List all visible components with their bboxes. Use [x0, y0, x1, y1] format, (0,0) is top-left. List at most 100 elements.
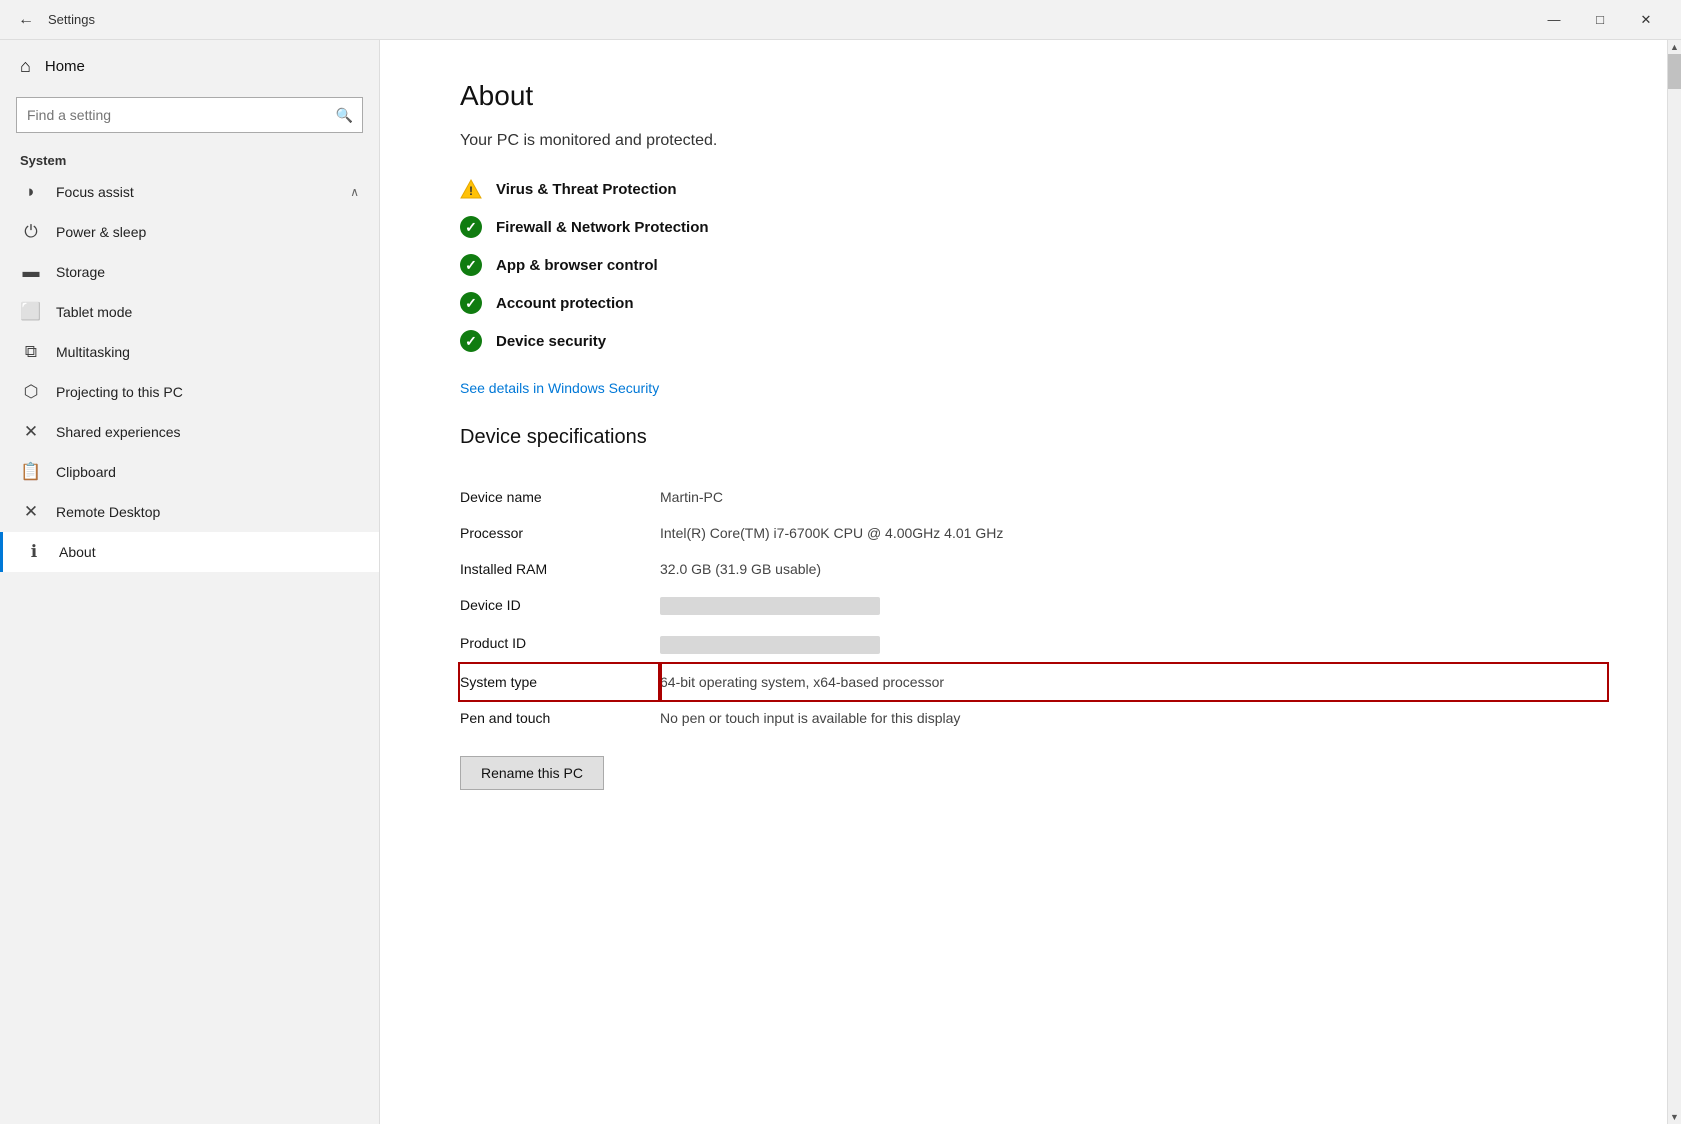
sidebar-item-label: Multitasking — [56, 344, 359, 360]
maximize-icon: □ — [1596, 12, 1604, 27]
security-item-label: Account protection — [496, 295, 634, 312]
close-button[interactable]: ✕ — [1623, 4, 1669, 36]
table-row: Installed RAM 32.0 GB (31.9 GB usable) — [460, 551, 1607, 587]
table-row: Product ID — [460, 625, 1607, 663]
scroll-down-arrow[interactable]: ▼ — [1668, 1110, 1681, 1124]
table-row: Device ID — [460, 587, 1607, 625]
spec-key: Product ID — [460, 625, 660, 663]
spec-key: Installed RAM — [460, 551, 660, 587]
spec-value: 64-bit operating system, x64-based proce… — [660, 664, 1607, 700]
sidebar-item-label: Tablet mode — [56, 304, 359, 320]
warning-icon: ! — [460, 178, 482, 200]
table-row: Processor Intel(R) Core(TM) i7-6700K CPU… — [460, 515, 1607, 551]
scroll-thumb[interactable] — [1668, 54, 1681, 89]
scroll-up-arrow[interactable]: ▲ — [1668, 40, 1681, 54]
checkmark-icon: ✓ — [460, 292, 482, 314]
device-specs-title: Device specifications — [460, 426, 1607, 449]
security-item-device-security: ✓ Device security — [460, 322, 1607, 360]
checkmark-icon: ✓ — [460, 254, 482, 276]
security-item-virus: ! Virus & Threat Protection — [460, 170, 1607, 208]
sidebar-item-home[interactable]: ⌂ Home — [0, 40, 379, 93]
spec-value: Martin-PC — [660, 479, 1607, 515]
spec-table: Device name Martin-PC Processor Intel(R)… — [460, 479, 1607, 736]
security-item-label: Firewall & Network Protection — [496, 219, 709, 236]
sidebar-item-storage[interactable]: ▬ Storage — [0, 252, 379, 292]
sidebar-item-label: About — [59, 544, 359, 560]
minimize-icon: — — [1548, 12, 1561, 27]
svg-text:!: ! — [469, 184, 473, 198]
focus-assist-icon: ◗ — [20, 182, 42, 202]
sidebar-item-focus-assist[interactable]: ◗ Focus assist ∧ — [0, 172, 379, 212]
rename-pc-button[interactable]: Rename this PC — [460, 756, 604, 790]
multitasking-icon: ⧉ — [20, 342, 42, 362]
subtitle: Your PC is monitored and protected. — [460, 132, 1607, 150]
scrollbar[interactable]: ▲ ▼ — [1667, 40, 1681, 1124]
sidebar-item-label: Power & sleep — [56, 224, 359, 240]
table-row: Pen and touch No pen or touch input is a… — [460, 700, 1607, 736]
remote-desktop-icon: ✕ — [20, 502, 42, 522]
table-row: Device name Martin-PC — [460, 479, 1607, 515]
security-item-label: Device security — [496, 333, 606, 350]
sidebar-item-projecting[interactable]: ⬡ Projecting to this PC — [0, 372, 379, 412]
spec-key: System type — [460, 664, 660, 700]
close-icon: ✕ — [1641, 12, 1652, 28]
home-label: Home — [45, 58, 85, 75]
spec-key: Processor — [460, 515, 660, 551]
shared-icon: ✕ — [20, 422, 42, 442]
checkmark-icon: ✓ — [460, 216, 482, 238]
scroll-track — [1668, 54, 1681, 1110]
spec-value: 32.0 GB (31.9 GB usable) — [660, 551, 1607, 587]
about-icon: ℹ — [23, 542, 45, 562]
sidebar-section-system: System — [0, 145, 379, 172]
project-icon: ⬡ — [20, 382, 42, 402]
sidebar-item-label: Projecting to this PC — [56, 384, 359, 400]
back-icon: ← — [18, 11, 34, 29]
security-item-label: Virus & Threat Protection — [496, 181, 677, 198]
app-body: ⌂ Home 🔍 System ◗ Focus assist ∧ ⏻ Power… — [0, 40, 1681, 1124]
security-list: ! Virus & Threat Protection ✓ Firewall &… — [460, 170, 1607, 360]
search-input[interactable] — [16, 97, 363, 133]
sidebar-item-about[interactable]: ℹ About — [0, 532, 379, 572]
clipboard-icon: 📋 — [20, 462, 42, 482]
spec-value: No pen or touch input is available for t… — [660, 700, 1607, 736]
sidebar-item-multitasking[interactable]: ⧉ Multitasking — [0, 332, 379, 372]
security-item-firewall: ✓ Firewall & Network Protection — [460, 208, 1607, 246]
sidebar-item-tablet-mode[interactable]: ⬜ Tablet mode — [0, 292, 379, 332]
minimize-button[interactable]: — — [1531, 4, 1577, 36]
spec-value-blurred — [660, 625, 1607, 663]
window-controls: — □ ✕ — [1531, 4, 1669, 36]
sidebar: ⌂ Home 🔍 System ◗ Focus assist ∧ ⏻ Power… — [0, 40, 380, 1124]
spec-key: Device ID — [460, 587, 660, 625]
spec-key: Device name — [460, 479, 660, 515]
table-row-highlighted: System type 64-bit operating system, x64… — [460, 664, 1607, 700]
sidebar-item-label: Shared experiences — [56, 424, 359, 440]
sidebar-item-label: Remote Desktop — [56, 504, 359, 520]
tablet-icon: ⬜ — [20, 302, 42, 322]
security-item-app-browser: ✓ App & browser control — [460, 246, 1607, 284]
security-item-label: App & browser control — [496, 257, 658, 274]
spec-key: Pen and touch — [460, 700, 660, 736]
security-item-account: ✓ Account protection — [460, 284, 1607, 322]
storage-icon: ▬ — [20, 262, 42, 282]
sidebar-item-power-sleep[interactable]: ⏻ Power & sleep — [0, 212, 379, 252]
main-content: About Your PC is monitored and protected… — [380, 40, 1667, 1124]
spec-value: Intel(R) Core(TM) i7-6700K CPU @ 4.00GHz… — [660, 515, 1607, 551]
search-box: 🔍 — [16, 97, 363, 133]
checkmark-icon: ✓ — [460, 330, 482, 352]
spec-value-blurred — [660, 587, 1607, 625]
chevron-up-icon: ∧ — [350, 185, 359, 199]
sidebar-item-label: Focus assist — [56, 184, 336, 200]
sidebar-item-shared-experiences[interactable]: ✕ Shared experiences — [0, 412, 379, 452]
sidebar-item-label: Storage — [56, 264, 359, 280]
power-icon: ⏻ — [20, 222, 42, 242]
sidebar-item-remote-desktop[interactable]: ✕ Remote Desktop — [0, 492, 379, 532]
see-details-link[interactable]: See details in Windows Security — [460, 380, 659, 396]
sidebar-item-clipboard[interactable]: 📋 Clipboard — [0, 452, 379, 492]
maximize-button[interactable]: □ — [1577, 4, 1623, 36]
sidebar-item-label: Clipboard — [56, 464, 359, 480]
page-title: About — [460, 80, 1607, 112]
back-button[interactable]: ← — [12, 6, 40, 34]
app-title: Settings — [48, 12, 1523, 27]
titlebar: ← Settings — □ ✕ — [0, 0, 1681, 40]
home-icon: ⌂ — [20, 56, 31, 77]
